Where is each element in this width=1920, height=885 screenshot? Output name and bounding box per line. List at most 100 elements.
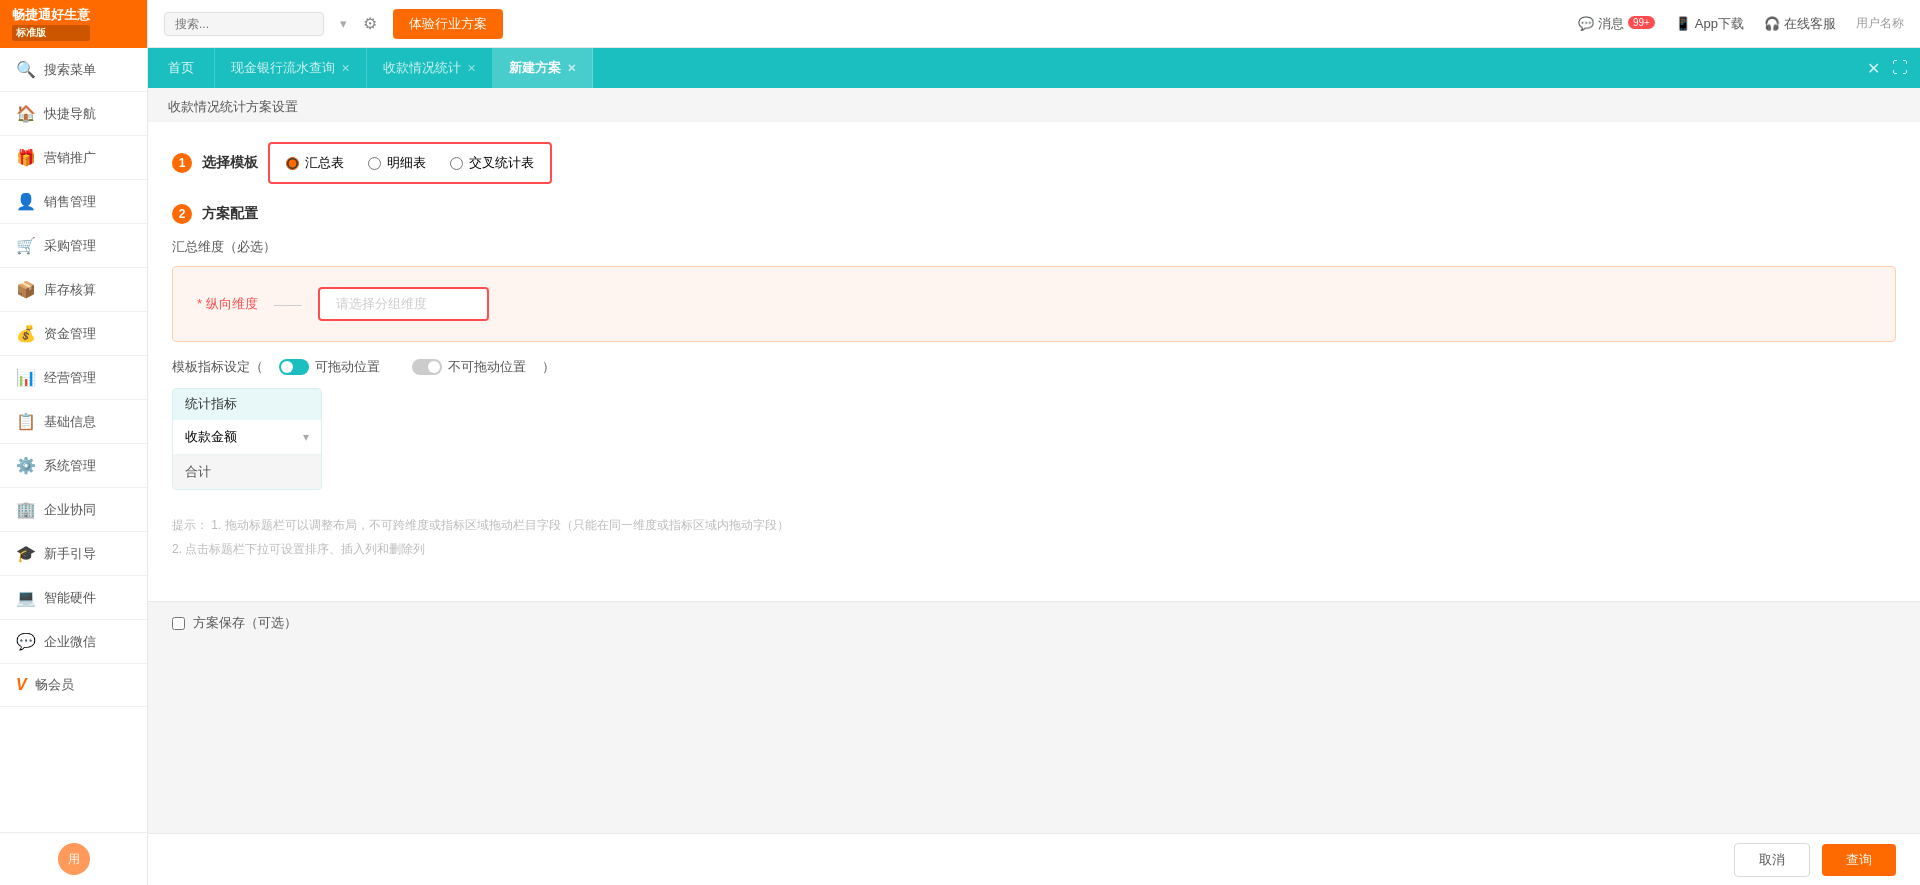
dimension-placeholder[interactable]: 请选择分组维度 <box>318 287 489 321</box>
step2-header: 2 方案配置 <box>172 204 1896 224</box>
gear-icon[interactable]: ⚙ <box>363 14 377 33</box>
form-section: 1 选择模板 汇总表 明细表 交叉统计表 <box>148 122 1920 601</box>
cancel-button[interactable]: 取消 <box>1734 843 1810 877</box>
tab-expand-icon[interactable]: ⛶ <box>1892 59 1908 77</box>
tab-bank-flow[interactable]: 现金银行流水查询 ✕ <box>215 48 367 88</box>
message-badge: 99+ <box>1628 16 1655 29</box>
save-checkbox[interactable] <box>172 617 185 630</box>
settings-icon: ⚙️ <box>16 456 36 475</box>
sidebar-item-label: 经营管理 <box>44 369 96 387</box>
step1-header: 1 选择模板 汇总表 明细表 交叉统计表 <box>172 142 1896 184</box>
metrics-table-header: 统计指标 <box>173 389 321 419</box>
sidebar-item-smart-hw[interactable]: 💻 智能硬件 <box>0 576 147 620</box>
sidebar-item-purchase[interactable]: 🛒 采购管理 <box>0 224 147 268</box>
footer-bar: 取消 查询 <box>148 833 1920 885</box>
tab-close-all-icon[interactable]: ✕ <box>1867 59 1880 78</box>
topbar-right: 💬 消息 99+ 📱 App下载 🎧 在线客服 用户名称 <box>1578 15 1904 33</box>
sidebar-item-label: 基础信息 <box>44 413 96 431</box>
non-draggable-label: 不可拖动位置 <box>448 358 526 376</box>
home-icon: 🏠 <box>16 104 36 123</box>
query-button[interactable]: 查询 <box>1822 844 1896 876</box>
sidebar-item-label: 快捷导航 <box>44 105 96 123</box>
tab-close-icon[interactable]: ✕ <box>567 62 576 75</box>
search-menu-icon: 🔍 <box>16 60 36 79</box>
logo-text: 畅捷通好生意 <box>12 7 90 23</box>
sidebar-item-inventory[interactable]: 📦 库存核算 <box>0 268 147 312</box>
toggle-non-draggable[interactable]: 不可拖动位置 <box>412 358 526 376</box>
sidebar-item-marketing[interactable]: 🎁 营销推广 <box>0 136 147 180</box>
search-input[interactable] <box>164 12 324 36</box>
config-section: 汇总维度（必选） * 纵向维度 —— 请选择分组维度 模板指标设定（ <box>172 238 1896 561</box>
topbar: ▾ ⚙ 体验行业方案 💬 消息 99+ 📱 App下载 🎧 在线客服 用户名称 <box>148 0 1920 48</box>
metrics-toggle: 模板指标设定（ 可拖动位置 不可拖动位置 ） <box>172 358 1896 376</box>
guide-icon: 🎓 <box>16 544 36 563</box>
vertical-dimension-label: * 纵向维度 <box>197 295 258 313</box>
message-label: 消息 <box>1598 15 1624 33</box>
tab-close-icon[interactable]: ✕ <box>467 62 476 75</box>
metrics-chevron-icon[interactable]: ▾ <box>303 430 309 444</box>
non-draggable-toggle[interactable] <box>412 359 442 375</box>
sidebar-item-label: 新手引导 <box>44 545 96 563</box>
sidebar-item-finance[interactable]: 💰 资金管理 <box>0 312 147 356</box>
sidebar-item-label: 企业微信 <box>44 633 96 651</box>
sidebar-item-member[interactable]: V 畅会员 <box>0 664 147 707</box>
tab-home[interactable]: 首页 <box>148 48 215 88</box>
dimension-area: * 纵向维度 —— 请选择分组维度 <box>172 266 1896 342</box>
cart-icon: 🛒 <box>16 236 36 255</box>
radio-cross[interactable]: 交叉统计表 <box>450 154 534 172</box>
step1-block: 1 选择模板 汇总表 明细表 交叉统计表 <box>172 142 1896 184</box>
sidebar-item-newbie[interactable]: 🎓 新手引导 <box>0 532 147 576</box>
sidebar-item-label: 销售管理 <box>44 193 96 211</box>
service-item[interactable]: 🎧 在线客服 <box>1764 15 1836 33</box>
content-area: 收款情况统计方案设置 1 选择模板 汇总表 明细表 <box>148 88 1920 885</box>
message-item[interactable]: 💬 消息 99+ <box>1578 15 1655 33</box>
message-icon: 💬 <box>1578 16 1594 31</box>
toggle-draggable[interactable]: 可拖动位置 <box>279 358 380 376</box>
tab-new-plan-label: 新建方案 <box>509 59 561 77</box>
metrics-close-paren: ） <box>542 358 555 376</box>
dropdown-arrow-icon[interactable]: ▾ <box>340 16 347 31</box>
sidebar-item-system[interactable]: ⚙️ 系统管理 <box>0 444 147 488</box>
metrics-label: 模板指标设定（ <box>172 358 263 376</box>
draggable-label: 可拖动位置 <box>315 358 380 376</box>
money-icon: 💰 <box>16 324 36 343</box>
radio-detail[interactable]: 明细表 <box>368 154 426 172</box>
metrics-table: 统计指标 收款金额 ▾ 合计 <box>172 388 322 490</box>
sidebar-item-quick-nav[interactable]: 🏠 快捷导航 <box>0 92 147 136</box>
tip-2: 2. 点击标题栏下拉可设置排序、插入列和删除列 <box>172 537 1896 561</box>
tip-1: 提示： 1. 拖动标题栏可以调整布局，不可跨维度或指标区域拖动栏目字段（只能在同… <box>172 513 1896 537</box>
draggable-toggle[interactable] <box>279 359 309 375</box>
service-icon: 🎧 <box>1764 16 1780 31</box>
metrics-item-label: 收款金额 <box>185 428 237 446</box>
gift-icon: 🎁 <box>16 148 36 167</box>
sidebar-item-basic-info[interactable]: 📋 基础信息 <box>0 400 147 444</box>
radio-detail-input[interactable] <box>368 157 381 170</box>
user-avatar[interactable]: 用 <box>58 843 90 875</box>
tab-bank-flow-label: 现金银行流水查询 <box>231 59 335 77</box>
radio-detail-label: 明细表 <box>387 154 426 172</box>
radio-summary-input[interactable] <box>286 157 299 170</box>
sidebar-item-sales[interactable]: 👤 销售管理 <box>0 180 147 224</box>
member-icon: V <box>16 676 27 694</box>
radio-cross-input[interactable] <box>450 157 463 170</box>
tab-close-icon[interactable]: ✕ <box>341 62 350 75</box>
radio-summary[interactable]: 汇总表 <box>286 154 344 172</box>
metrics-table-cell[interactable]: 收款金额 ▾ <box>173 419 321 454</box>
trial-button[interactable]: 体验行业方案 <box>393 9 503 39</box>
step2-number: 2 <box>172 204 192 224</box>
sidebar-item-operations[interactable]: 📊 经营管理 <box>0 356 147 400</box>
radio-cross-label: 交叉统计表 <box>469 154 534 172</box>
sidebar-item-label: 库存核算 <box>44 281 96 299</box>
step2-title: 方案配置 <box>202 205 258 223</box>
tab-collection-stats[interactable]: 收款情况统计 ✕ <box>367 48 493 88</box>
sidebar-item-wechat[interactable]: 💬 企业微信 <box>0 620 147 664</box>
sidebar-item-search-menu[interactable]: 🔍 搜索菜单 <box>0 48 147 92</box>
tab-collection-stats-label: 收款情况统计 <box>383 59 461 77</box>
step1-number: 1 <box>172 153 192 173</box>
download-item[interactable]: 📱 App下载 <box>1675 15 1744 33</box>
sidebar-item-enterprise[interactable]: 🏢 企业协同 <box>0 488 147 532</box>
tab-new-plan[interactable]: 新建方案 ✕ <box>493 48 593 88</box>
sidebar-item-label: 智能硬件 <box>44 589 96 607</box>
download-label: App下载 <box>1695 15 1744 33</box>
tabbar-actions: ✕ ⛶ <box>1867 59 1920 78</box>
